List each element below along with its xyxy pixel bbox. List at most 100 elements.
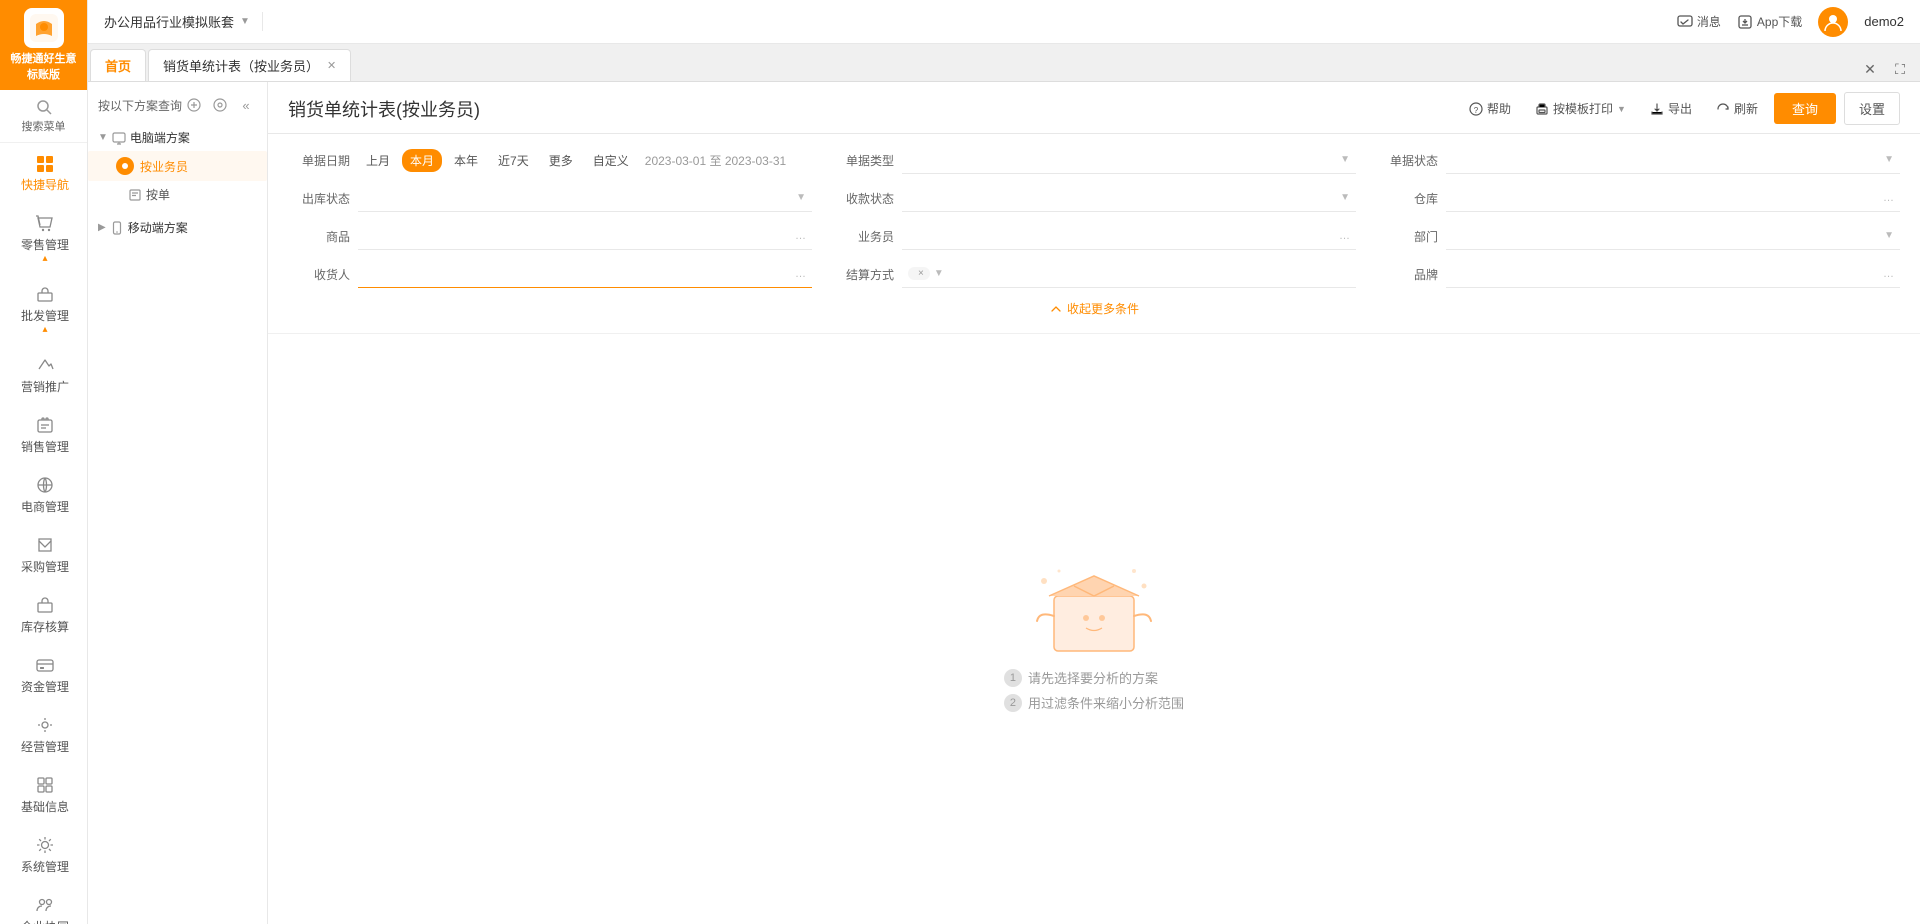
scheme-sub-item-order[interactable]: 按单 (88, 181, 267, 208)
status-dropdown-arrow[interactable]: ▼ (1884, 154, 1894, 165)
filter-row-1: 单据日期 上月 本月 本年 近7天 更多 自定义 2023-03-01 至 20… (288, 146, 1900, 174)
filter-area: 单据日期 上月 本月 本年 近7天 更多 自定义 2023-03-01 至 20… (268, 134, 1920, 334)
filter-row-4: 收货人 … 结算方式 × ▼ (288, 260, 1900, 288)
tab-sales-stat-label: 销货单统计表（按业务员） (163, 56, 319, 75)
sidebar-item-basic[interactable]: 基础信息 (0, 765, 87, 825)
goods-suffix[interactable]: … (795, 230, 806, 242)
dept-arrow[interactable]: ▼ (1884, 230, 1894, 241)
settings-button[interactable]: 设置 (1844, 92, 1900, 125)
type-dropdown-arrow[interactable]: ▼ (1340, 154, 1350, 165)
sidebar-item-zero-retail[interactable]: 零售管理 ▴ (0, 203, 87, 274)
collapse-left-panel-button[interactable]: « (235, 94, 257, 116)
current-module: 办公用品行业模拟账套 (104, 12, 234, 31)
out-status-filter[interactable]: ▼ (358, 184, 812, 212)
app-subtitle: 标账版 (27, 66, 60, 82)
salesperson-filter[interactable]: … (902, 222, 1356, 250)
print-dropdown-arrow[interactable]: ▼ (1617, 104, 1626, 114)
tab-close-icon[interactable]: ✕ (327, 59, 336, 72)
sidebar-item-ecommerce[interactable]: 电商管理 (0, 465, 87, 525)
sidebar-item-enterprise[interactable]: 企业协同 (0, 885, 87, 924)
filter-goods-col: 商品 … (288, 222, 812, 250)
tab-close-all-button[interactable]: ✕ (1858, 57, 1882, 81)
help-button[interactable]: ? 帮助 (1461, 96, 1519, 121)
status-filter-input[interactable]: ▼ (1446, 146, 1900, 174)
brand-filter[interactable]: … (1446, 260, 1900, 288)
svg-text:?: ? (1474, 106, 1479, 115)
tab-home[interactable]: 首页 (90, 49, 146, 81)
date-last7days[interactable]: 近7天 (490, 149, 537, 172)
receiver-suffix[interactable]: … (795, 268, 806, 280)
tabbar-actions: ✕ ⛶ (1858, 57, 1920, 81)
sidebar-item-wholesale[interactable]: 批发管理 ▴ (0, 274, 87, 345)
date-this-year[interactable]: 本年 (446, 149, 486, 172)
search-label: 搜索菜单 (22, 118, 66, 134)
mobile-group-header[interactable]: ▶ 移动端方案 (88, 214, 267, 241)
help-label: 帮助 (1487, 100, 1511, 117)
search-menu[interactable]: 搜索菜单 (0, 90, 87, 143)
tab-sales-stat[interactable]: 销货单统计表（按业务员） ✕ (148, 49, 351, 81)
query-button[interactable]: 查询 (1774, 93, 1836, 124)
sidebar-item-label: 批发管理 (21, 307, 69, 324)
settle-tag-close[interactable]: × (918, 268, 924, 279)
sidebar-item-operations[interactable]: 经营管理 (0, 705, 87, 765)
app-selector[interactable]: 办公用品行业模拟账套 ▼ (104, 12, 263, 31)
settle-arrow[interactable]: ▼ (934, 268, 944, 279)
right-content: 销货单统计表(按业务员) ? 帮助 按模板打印 ▼ 导出 (268, 82, 1920, 924)
sidebar-item-label: 采购管理 (21, 558, 69, 575)
tab-home-label: 首页 (105, 56, 131, 75)
sidebar-item-finance[interactable]: 资金管理 (0, 645, 87, 705)
brand-suffix[interactable]: … (1883, 268, 1894, 280)
left-panel-header: 按以下方案查询 « (88, 90, 267, 122)
receiver-filter[interactable]: … (358, 260, 812, 288)
hint-text-1: 请先选择要分析的方案 (1028, 668, 1158, 687)
sidebar-item-marketing[interactable]: 营销推广 (0, 345, 87, 405)
export-button[interactable]: 导出 (1642, 96, 1700, 121)
empty-hints: 1 请先选择要分析的方案 2 用过滤条件来缩小分析范围 (1004, 668, 1184, 712)
sidebar-item-purchase[interactable]: 采购管理 (0, 525, 87, 585)
user-avatar[interactable] (1818, 7, 1848, 37)
warehouse-filter[interactable]: … (1446, 184, 1900, 212)
date-last-month[interactable]: 上月 (358, 149, 398, 172)
date-custom[interactable]: 自定义 (585, 149, 637, 172)
type-filter-input[interactable]: ▼ (902, 146, 1356, 174)
main-content: 办公用品行业模拟账套 ▼ 消息 App下载 demo2 首页 销货单统计表（按业… (88, 0, 1920, 924)
warehouse-suffix[interactable]: … (1883, 192, 1894, 204)
date-this-month[interactable]: 本月 (402, 149, 442, 172)
filter-type-col: 单据类型 ▼ (832, 146, 1356, 174)
pay-status-arrow[interactable]: ▼ (1340, 192, 1350, 203)
collapse-filter-button[interactable]: 收起更多条件 (288, 296, 1900, 321)
app-download-button[interactable]: App下载 (1737, 13, 1802, 30)
refresh-label: 刷新 (1734, 100, 1758, 117)
tab-expand-button[interactable]: ⛶ (1888, 57, 1912, 81)
message-button[interactable]: 消息 (1677, 13, 1721, 30)
dept-label: 部门 (1376, 228, 1446, 245)
settle-filter[interactable]: × ▼ (902, 260, 1356, 288)
mobile-scheme-group: ▶ 移动端方案 (88, 214, 267, 241)
goods-filter[interactable]: … (358, 222, 812, 250)
add-scheme-button[interactable] (183, 94, 205, 116)
filter-row-2: 出库状态 ▼ 收款状态 ▼ 仓库 (288, 184, 1900, 212)
app-name: 畅捷通好生意 (11, 50, 77, 66)
salesperson-suffix[interactable]: … (1339, 230, 1350, 242)
quick-nav-label: 快捷导航 (21, 176, 69, 193)
sidebar-item-inventory[interactable]: 库存核算 (0, 585, 87, 645)
date-more[interactable]: 更多 (541, 149, 581, 172)
edit-scheme-button[interactable] (209, 94, 231, 116)
username[interactable]: demo2 (1864, 14, 1904, 29)
pc-group-header[interactable]: ▼ 电脑端方案 (88, 124, 267, 151)
page-content: 按以下方案查询 « ▼ 电脑端方案 (88, 82, 1920, 924)
sidebar-item-quick-nav[interactable]: 快捷导航 (0, 143, 87, 203)
print-button[interactable]: 按模板打印 ▼ (1527, 96, 1634, 121)
sidebar-item-system[interactable]: 系统管理 (0, 825, 87, 885)
scheme-item-label: 按业务员 (140, 158, 188, 175)
refresh-button[interactable]: 刷新 (1708, 96, 1766, 121)
scheme-item-sales-person[interactable]: 按业务员 (88, 151, 267, 181)
pay-status-filter[interactable]: ▼ (902, 184, 1356, 212)
dept-filter[interactable]: ▼ (1446, 222, 1900, 250)
out-status-arrow[interactable]: ▼ (796, 192, 806, 203)
filter-pay-status-col: 收款状态 ▼ (832, 184, 1356, 212)
sidebar-logo[interactable]: 畅捷通好生意 标账版 (0, 0, 87, 90)
sidebar-item-sales[interactable]: 销售管理 (0, 405, 87, 465)
pay-status-label: 收款状态 (832, 190, 902, 207)
sidebar-nav: 快捷导航 零售管理 ▴ 批发管理 ▴ 营销推广 销售管理 电商管理 采购管理 (0, 143, 87, 924)
